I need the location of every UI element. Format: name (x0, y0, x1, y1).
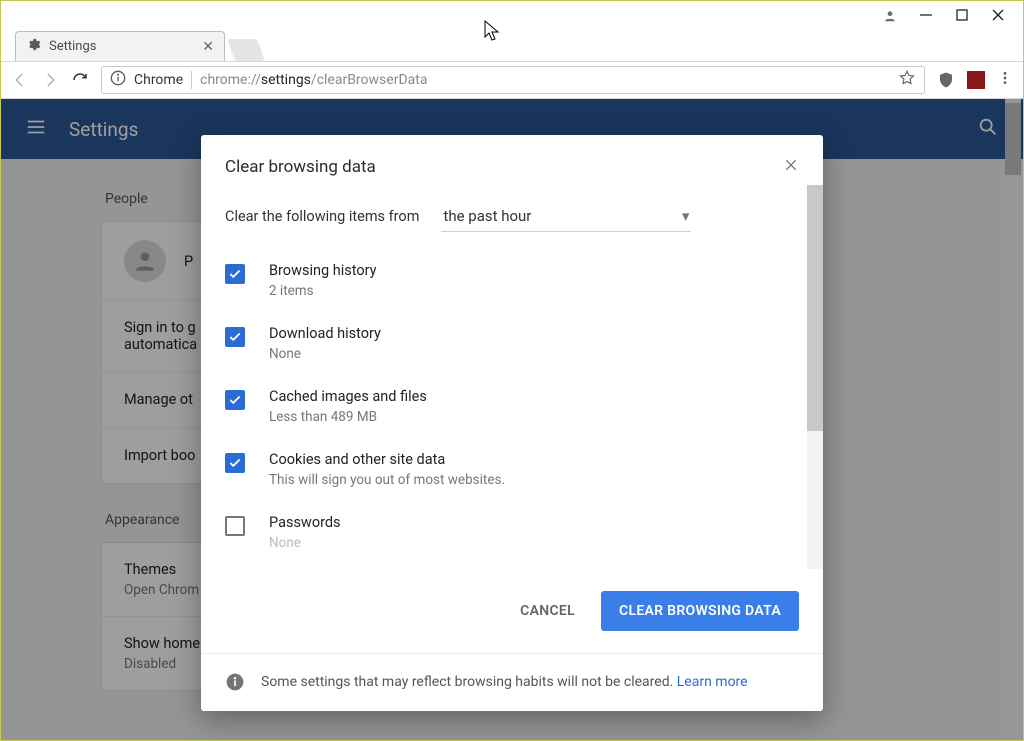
clear-browsing-data-dialog: Clear browsing data Clear the following … (201, 135, 823, 711)
checkbox[interactable] (225, 516, 245, 536)
tab-title: Settings (49, 39, 96, 54)
time-range-select[interactable]: the past hour ▾ (441, 201, 691, 232)
close-tab-button[interactable]: ✕ (202, 39, 214, 55)
gear-icon (26, 37, 41, 56)
maximize-button[interactable] (955, 8, 969, 22)
clear-item-title: Browsing history (269, 262, 377, 279)
bookmark-star-icon[interactable] (898, 69, 916, 91)
account-icon[interactable] (883, 8, 897, 22)
url-text: chrome://settings/clearBrowserData (200, 72, 427, 88)
window-titlebar (1, 1, 1023, 29)
caret-down-icon: ▾ (682, 207, 690, 225)
clear-item-title: Cookies and other site data (269, 451, 505, 468)
clear-item-row[interactable]: Passwords None (225, 502, 799, 565)
clear-item-row[interactable]: Cached images and files Less than 489 MB (225, 376, 799, 439)
clear-item-row[interactable]: Cookies and other site data This will sig… (225, 439, 799, 502)
dialog-footnote: Some settings that may reflect browsing … (261, 672, 748, 693)
close-window-button[interactable] (991, 8, 1005, 22)
forward-button[interactable] (41, 71, 59, 89)
ublock-icon[interactable] (937, 71, 955, 89)
clear-item-row[interactable]: Download history None (225, 313, 799, 376)
clear-item-subtitle: 2 items (269, 283, 377, 299)
menu-button[interactable] (997, 70, 1013, 90)
close-dialog-button[interactable] (783, 157, 799, 177)
learn-more-link[interactable]: Learn more (677, 674, 748, 690)
minimize-button[interactable] (919, 8, 933, 22)
new-tab-button[interactable] (227, 39, 265, 61)
clear-data-button[interactable]: CLEAR BROWSING DATA (601, 591, 799, 631)
cancel-button[interactable]: CANCEL (520, 603, 575, 619)
checkbox[interactable] (225, 453, 245, 473)
checkbox[interactable] (225, 264, 245, 284)
clear-item-subtitle: This will sign you out of most websites. (269, 472, 505, 488)
clear-item-row[interactable]: Browsing history 2 items (225, 250, 799, 313)
omnibox-origin: Chrome (134, 72, 183, 88)
dialog-scrollbar[interactable] (807, 185, 823, 569)
site-info-icon[interactable] (110, 70, 126, 90)
settings-page: Settings People P SIGN IN TO CHROME Sign… (1, 99, 1023, 740)
clear-item-title: Download history (269, 325, 381, 342)
tab-strip: Settings ✕ (1, 29, 1023, 61)
info-icon (225, 672, 245, 692)
clear-item-subtitle: None (269, 535, 341, 551)
reload-button[interactable] (71, 71, 89, 89)
clear-item-title: Cached images and files (269, 388, 427, 405)
time-range-label: Clear the following items from (225, 208, 419, 225)
checkbox[interactable] (225, 390, 245, 410)
tab-settings[interactable]: Settings ✕ (15, 31, 225, 61)
back-button[interactable] (11, 71, 29, 89)
clear-item-subtitle: None (269, 346, 381, 362)
dialog-title: Clear browsing data (225, 157, 376, 177)
browser-toolbar: Chrome chrome://settings/clearBrowserDat… (1, 61, 1023, 99)
clear-item-title: Passwords (269, 514, 341, 531)
checkbox[interactable] (225, 327, 245, 347)
address-bar[interactable]: Chrome chrome://settings/clearBrowserDat… (101, 66, 925, 94)
extension-icon[interactable] (967, 71, 985, 89)
clear-item-subtitle: Less than 489 MB (269, 409, 427, 425)
